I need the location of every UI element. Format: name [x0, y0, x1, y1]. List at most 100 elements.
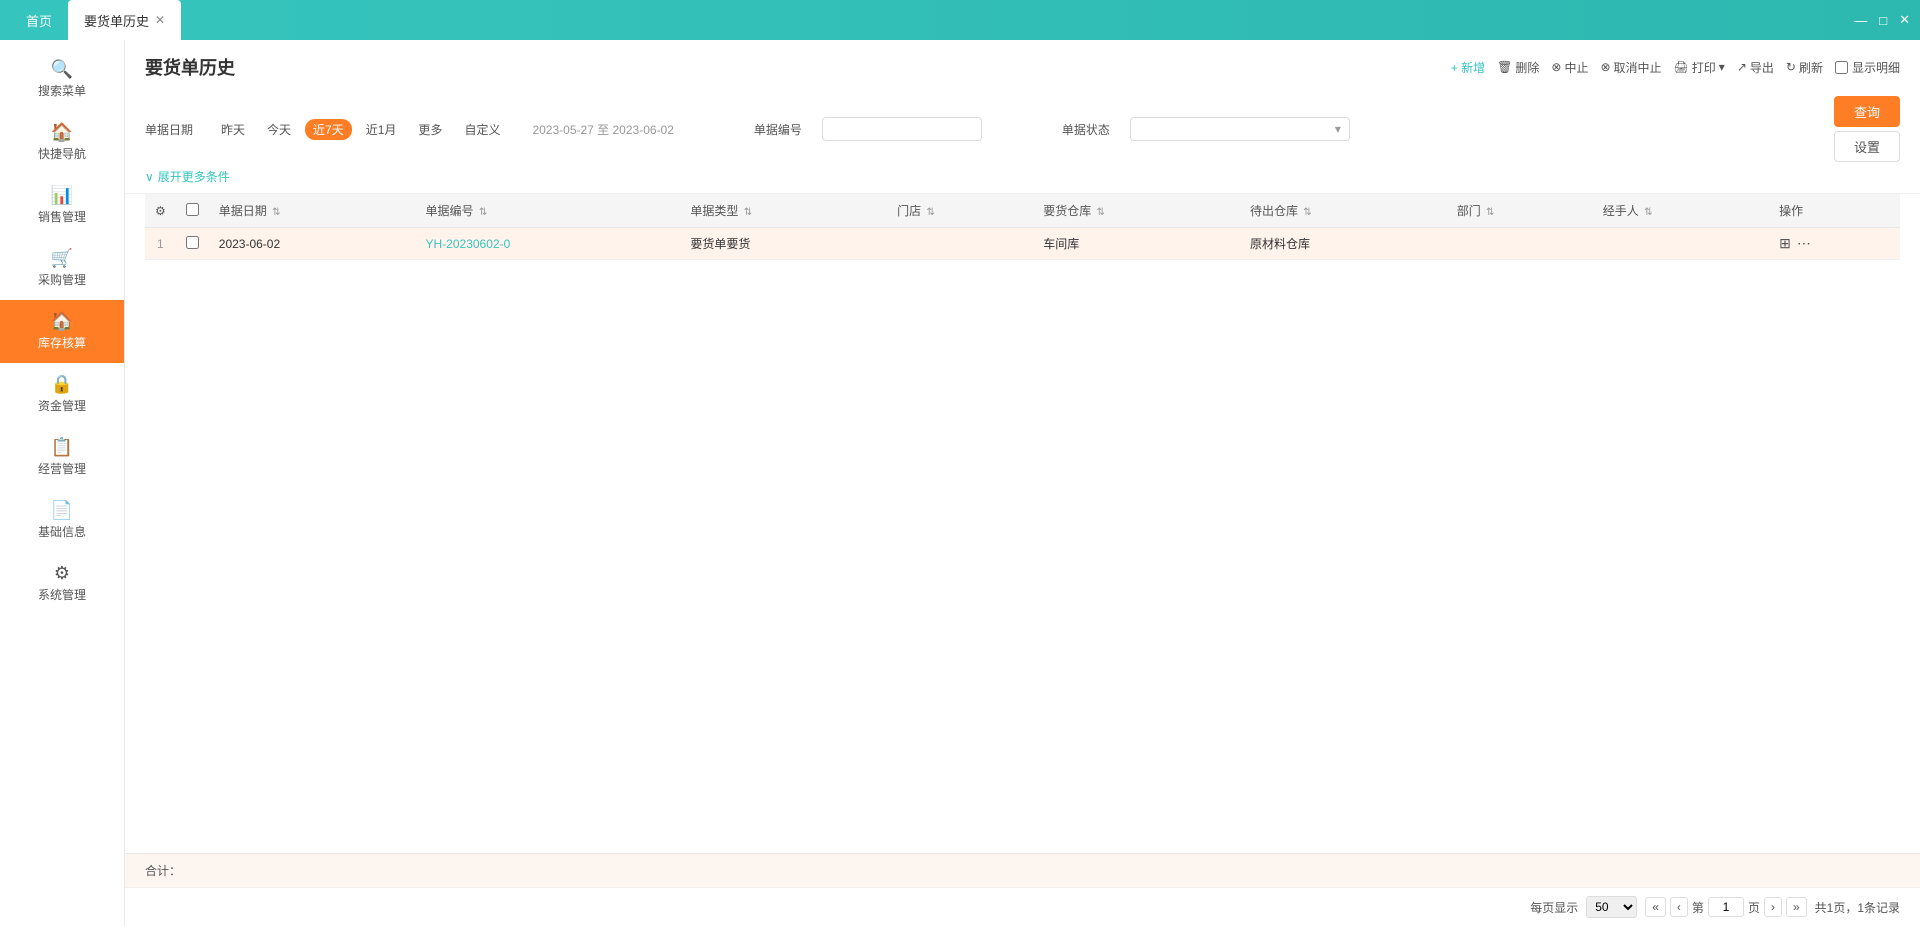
lock-icon: 🔒 — [51, 375, 73, 393]
cancel-suspend-button[interactable]: ⊗ 取消中止 — [1600, 59, 1661, 76]
sidebar: 🔍 搜索菜单 🏠 快捷导航 📊 销售管理 🛒 采购管理 🏠 库存核算 🔒 资金管… — [0, 40, 125, 926]
search-icon: 🔍 — [51, 60, 73, 78]
sort-req-warehouse-icon: ⇅ — [1097, 207, 1105, 218]
th-doc-date[interactable]: 单据日期 ⇅ — [209, 194, 416, 228]
doc-no-link[interactable]: YH-20230602-0 — [426, 237, 511, 251]
query-button[interactable]: 查询 — [1834, 96, 1900, 127]
sort-handler-icon: ⇅ — [1644, 207, 1652, 218]
main-layout: 🔍 搜索菜单 🏠 快捷导航 📊 销售管理 🛒 采购管理 🏠 库存核算 🔒 资金管… — [0, 40, 1920, 926]
status-select[interactable]: ▾ — [1130, 117, 1350, 141]
sort-doc-type-icon: ⇅ — [744, 207, 752, 218]
th-req-warehouse[interactable]: 要货仓库 ⇅ — [1033, 194, 1240, 228]
per-page-select[interactable]: 10 20 50 100 — [1586, 896, 1637, 918]
page-header: 要货单历史 + 新增 🗑 删除 ⊗ 中止 ⊗ 取消中止 🖨 打印 — [125, 40, 1920, 88]
th-handler[interactable]: 经手人 ⇅ — [1593, 194, 1769, 228]
date-label: 单据日期 — [145, 121, 193, 138]
date-opt-more[interactable]: 更多 — [410, 119, 450, 140]
cell-actions: ⊞ ⋯ — [1769, 228, 1900, 260]
sort-department-icon: ⇅ — [1486, 207, 1494, 218]
prev-page-btn[interactable]: ‹ — [1670, 897, 1688, 917]
tab-home[interactable]: 首页 — [10, 0, 68, 40]
sidebar-item-basic[interactable]: 📄 基础信息 — [0, 489, 124, 552]
first-page-btn[interactable]: « — [1645, 897, 1666, 917]
page-input[interactable] — [1708, 897, 1744, 917]
top-bar: 首页 要货单历史 ✕ — □ ✕ — [0, 0, 1920, 40]
cell-handler — [1593, 228, 1769, 260]
delete-icon: 🗑 — [1497, 60, 1512, 74]
last-page-btn[interactable]: » — [1786, 897, 1807, 917]
th-doc-no[interactable]: 单据编号 ⇅ — [416, 194, 681, 228]
maximize-btn[interactable]: □ — [1879, 13, 1887, 28]
th-store[interactable]: 门店 ⇅ — [887, 194, 1033, 228]
clipboard-icon: 📋 — [51, 438, 73, 456]
refresh-button[interactable]: ↻ 刷新 — [1786, 59, 1823, 76]
sidebar-item-system[interactable]: ⚙ 系统管理 — [0, 552, 124, 615]
filter-row-1: 单据日期 昨天 今天 近7天 近1月 更多 自定义 2023-05-27 至 2… — [145, 96, 1900, 162]
sidebar-item-finance[interactable]: 🔒 资金管理 — [0, 363, 124, 426]
sidebar-item-inventory[interactable]: 🏠 库存核算 — [0, 300, 124, 363]
close-tab-icon[interactable]: ✕ — [155, 13, 165, 27]
expand-more-btn[interactable]: ∨ 展开更多条件 — [145, 168, 1900, 185]
th-pending-warehouse[interactable]: 待出仓库 ⇅ — [1240, 194, 1447, 228]
date-opt-1month[interactable]: 近1月 — [358, 119, 405, 140]
date-opt-today[interactable]: 今天 — [259, 119, 299, 140]
close-btn[interactable]: ✕ — [1899, 12, 1910, 28]
chart-icon: 📊 — [51, 186, 73, 204]
table-area: ⚙ 单据日期 ⇅ 单据编号 ⇅ 单据类型 — [125, 194, 1920, 853]
page-title: 要货单历史 — [145, 54, 235, 80]
total-info: 共1页，1条记录 — [1815, 899, 1900, 916]
print-icon: 🖨 — [1674, 60, 1689, 74]
print-dropdown-icon: ▾ — [1719, 60, 1725, 74]
export-icon: ↗ — [1737, 60, 1747, 74]
status-label: 单据状态 — [1062, 121, 1110, 138]
date-range-display: 2023-05-27 至 2023-06-02 — [532, 121, 673, 138]
display-detail-check[interactable] — [1835, 61, 1848, 74]
th-checkbox — [176, 194, 209, 228]
cart-icon: 🛒 — [51, 249, 73, 267]
sidebar-item-search[interactable]: 🔍 搜索菜单 — [0, 48, 124, 111]
row-number: 1 — [145, 228, 176, 260]
doc-no-input[interactable] — [822, 117, 982, 141]
sidebar-item-sales[interactable]: 📊 销售管理 — [0, 174, 124, 237]
sidebar-item-shortcut[interactable]: 🏠 快捷导航 — [0, 111, 124, 174]
content-area: 要货单历史 + 新增 🗑 删除 ⊗ 中止 ⊗ 取消中止 🖨 打印 — [125, 40, 1920, 926]
sort-doc-date-icon: ⇅ — [272, 207, 280, 218]
export-button[interactable]: ↗ 导出 — [1737, 59, 1774, 76]
more-action-icon[interactable]: ⋯ — [1797, 235, 1811, 252]
sidebar-item-purchase[interactable]: 🛒 采购管理 — [0, 237, 124, 300]
document-icon: 📄 — [51, 501, 73, 519]
next-page-btn[interactable]: › — [1764, 897, 1782, 917]
add-button[interactable]: + 新增 — [1451, 59, 1485, 76]
print-button[interactable]: 🖨 打印 ▾ — [1674, 59, 1725, 76]
minimize-btn[interactable]: — — [1854, 13, 1867, 28]
display-detail-checkbox[interactable]: 显示明细 — [1835, 59, 1900, 76]
row-checkbox[interactable] — [186, 236, 199, 249]
total-label: 合计： — [145, 864, 181, 878]
delete-button[interactable]: 🗑 删除 — [1497, 59, 1539, 76]
th-doc-type[interactable]: 单据类型 ⇅ — [680, 194, 887, 228]
page-unit: 页 — [1748, 899, 1760, 916]
tab-requisition-history[interactable]: 要货单历史 ✕ — [68, 0, 181, 40]
per-page-label: 每页显示 — [1530, 899, 1578, 916]
suspend-button[interactable]: ⊗ 中止 — [1551, 59, 1588, 76]
cell-doc-type: 要货单要货 — [680, 228, 887, 260]
sidebar-item-operations[interactable]: 📋 经营管理 — [0, 426, 124, 489]
view-action-icon[interactable]: ⊞ — [1779, 235, 1791, 252]
cell-doc-no: YH-20230602-0 — [416, 228, 681, 260]
select-all-checkbox[interactable] — [186, 203, 199, 216]
setting-button[interactable]: 设置 — [1834, 131, 1900, 162]
date-opt-yesterday[interactable]: 昨天 — [213, 119, 253, 140]
th-settings[interactable]: ⚙ — [145, 194, 176, 228]
pagination: 每页显示 10 20 50 100 « ‹ 第 页 › » 共1页，1条记录 — [125, 887, 1920, 926]
date-opt-7days[interactable]: 近7天 — [305, 119, 352, 140]
gear-icon: ⚙ — [54, 564, 70, 582]
action-icons: ⊞ ⋯ — [1779, 235, 1890, 252]
row-checkbox-cell — [176, 228, 209, 260]
suspend-icon: ⊗ — [1551, 60, 1561, 74]
chevron-down-icon: ∨ — [145, 170, 154, 184]
cancel-suspend-icon: ⊗ — [1600, 60, 1610, 74]
date-opt-custom[interactable]: 自定义 — [456, 119, 508, 140]
requisition-table: ⚙ 单据日期 ⇅ 单据编号 ⇅ 单据类型 — [145, 194, 1900, 260]
cell-pending-warehouse: 原材料仓库 — [1240, 228, 1447, 260]
th-department[interactable]: 部门 ⇅ — [1447, 194, 1593, 228]
